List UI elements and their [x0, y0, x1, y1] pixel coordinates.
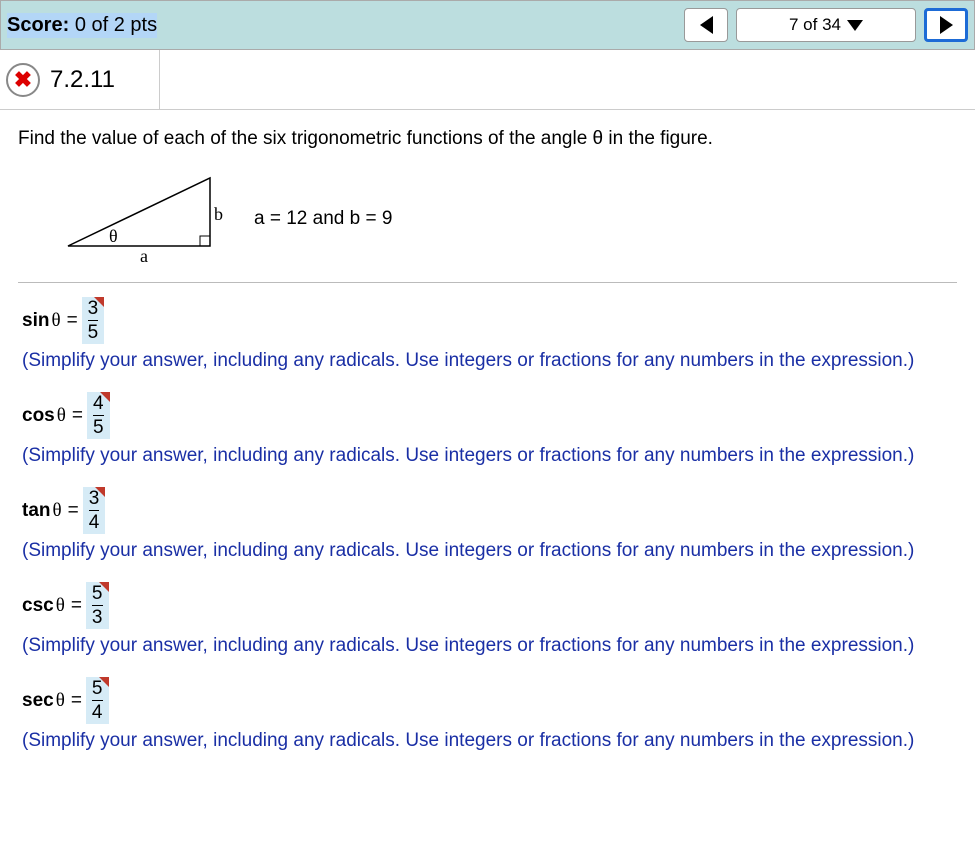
answer-line: cos θ = 4 5: [22, 392, 957, 439]
theta-symbol: θ: [55, 405, 68, 427]
question-number: 7.2.11: [50, 66, 115, 94]
fraction-denominator: 3: [92, 606, 103, 627]
theta-symbol: θ: [54, 690, 67, 712]
theta-symbol: θ: [49, 310, 62, 332]
answer-line: tan θ = 3 4: [22, 487, 957, 534]
answer-hint: (Simplify your answer, including any rad…: [22, 635, 957, 657]
answer-block: csc θ = 5 3 (Simplify your answer, inclu…: [22, 582, 957, 657]
answer-block: cos θ = 4 5 (Simplify your answer, inclu…: [22, 392, 957, 467]
equals-sign: =: [68, 405, 87, 427]
next-button[interactable]: [924, 8, 968, 42]
function-name: tan: [22, 500, 51, 522]
fraction-numerator: 4: [93, 394, 104, 415]
triangle-figure: b a θ: [64, 174, 224, 264]
answers-section: sin θ = 3 5 (Simplify your answer, inclu…: [18, 297, 957, 752]
content: Find the value of each of the six trigon…: [0, 110, 975, 752]
nav-counter-text: 7 of 34: [789, 15, 841, 35]
function-name: cos: [22, 405, 55, 427]
answer-hint: (Simplify your answer, including any rad…: [22, 730, 957, 752]
answer-block: sec θ = 5 4 (Simplify your answer, inclu…: [22, 677, 957, 752]
given-values: a = 12 and b = 9: [254, 208, 392, 230]
triangle-right-icon: [940, 16, 953, 34]
answer-line: csc θ = 5 3: [22, 582, 957, 629]
answer-hint: (Simplify your answer, including any rad…: [22, 445, 957, 467]
answer-input[interactable]: 5 3: [86, 582, 109, 629]
fraction-denominator: 4: [92, 701, 103, 722]
triangle-down-icon: [847, 20, 863, 31]
function-name: csc: [22, 595, 54, 617]
fraction-denominator: 5: [93, 416, 104, 437]
figure-row: b a θ a = 12 and b = 9: [18, 164, 957, 283]
answer-input[interactable]: 3 5: [82, 297, 105, 344]
label-theta: θ: [109, 226, 118, 247]
score-text: Score: 0 of 2 pts: [7, 13, 157, 38]
answer-input[interactable]: 5 4: [86, 677, 109, 724]
question-status-cell: ✖ 7.2.11: [0, 50, 160, 109]
answer-block: sin θ = 3 5 (Simplify your answer, inclu…: [22, 297, 957, 372]
triangle-left-icon: [700, 16, 713, 34]
question-counter-dropdown[interactable]: 7 of 34: [736, 8, 916, 42]
prev-button[interactable]: [684, 8, 728, 42]
score-value: 0 of 2 pts: [75, 14, 157, 36]
theta-symbol: θ: [51, 500, 64, 522]
fraction-numerator: 3: [88, 299, 99, 320]
triangle-svg: [64, 174, 214, 250]
top-bar: Score: 0 of 2 pts 7 of 34: [0, 0, 975, 50]
answer-input[interactable]: 4 5: [87, 392, 110, 439]
answer-block: tan θ = 3 4 (Simplify your answer, inclu…: [22, 487, 957, 562]
score-area: Score: 0 of 2 pts: [7, 13, 676, 38]
answer-hint: (Simplify your answer, including any rad…: [22, 540, 957, 562]
label-b: b: [214, 204, 223, 225]
answer-line: sec θ = 5 4: [22, 677, 957, 724]
answer-hint: (Simplify your answer, including any rad…: [22, 350, 957, 372]
question-header: ✖ 7.2.11: [0, 50, 975, 110]
fraction-numerator: 5: [92, 679, 103, 700]
answer-input[interactable]: 3 4: [83, 487, 106, 534]
theta-symbol: θ: [54, 595, 67, 617]
function-name: sin: [22, 310, 49, 332]
equals-sign: =: [67, 595, 86, 617]
equals-sign: =: [67, 690, 86, 712]
function-name: sec: [22, 690, 54, 712]
fraction-denominator: 4: [89, 511, 100, 532]
equals-sign: =: [63, 310, 82, 332]
question-prompt: Find the value of each of the six trigon…: [18, 128, 957, 150]
score-label: Score:: [7, 14, 69, 36]
fraction-denominator: 5: [88, 321, 99, 342]
answer-line: sin θ = 3 5: [22, 297, 957, 344]
incorrect-icon: ✖: [6, 63, 40, 97]
label-a: a: [140, 246, 148, 267]
equals-sign: =: [64, 500, 83, 522]
fraction-numerator: 5: [92, 584, 103, 605]
fraction-numerator: 3: [89, 489, 100, 510]
